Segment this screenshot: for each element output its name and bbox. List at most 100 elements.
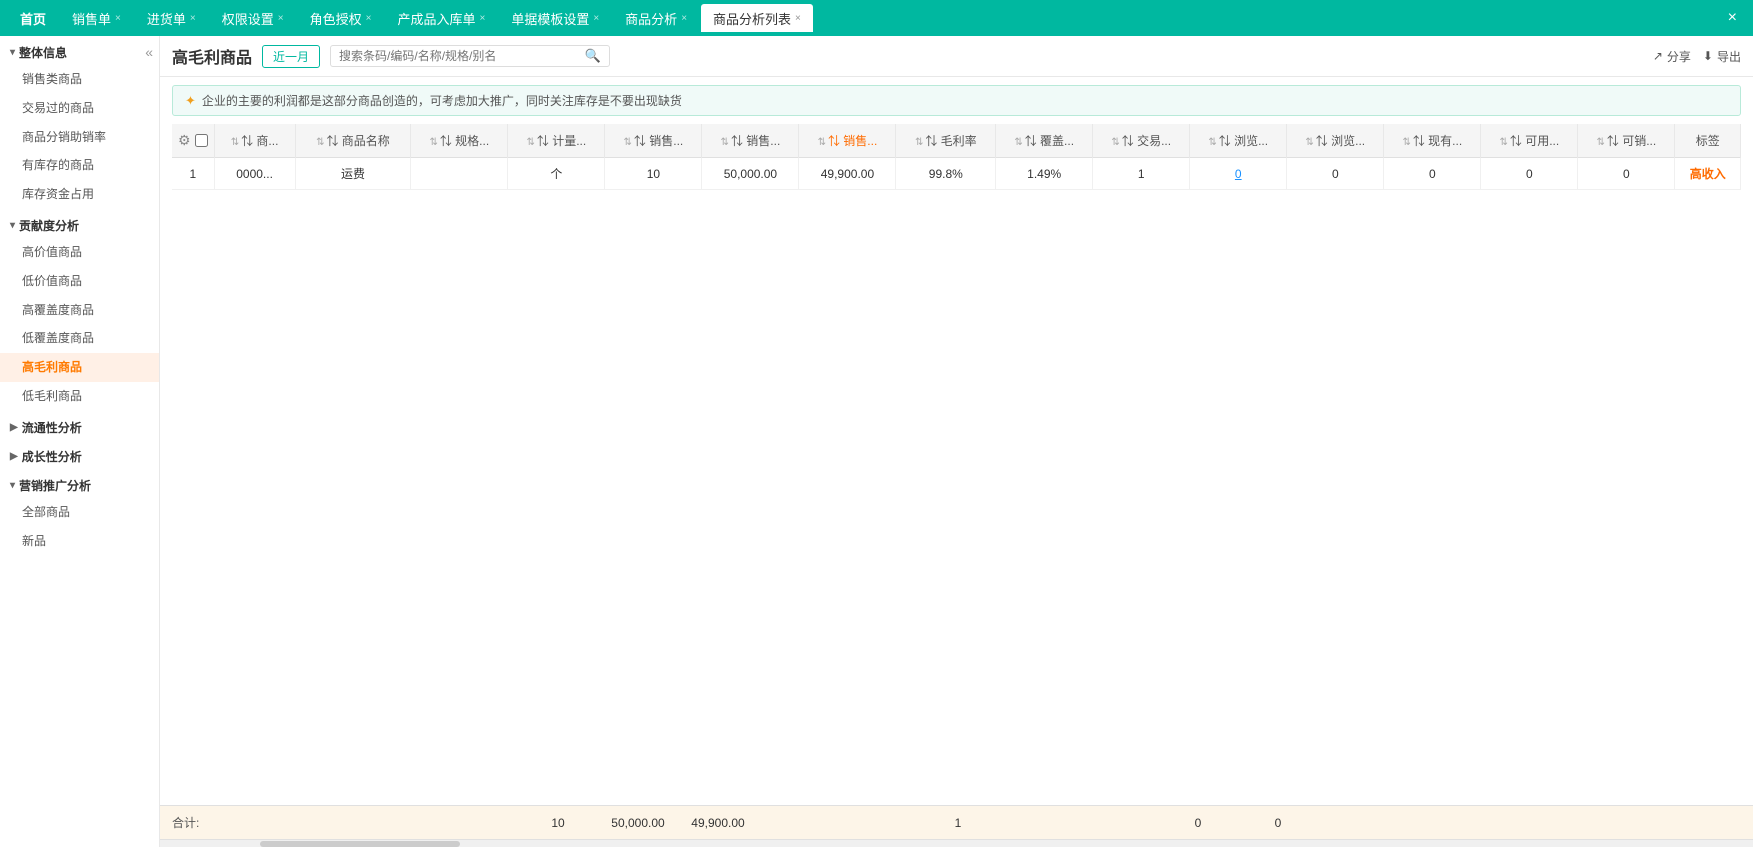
- sidebar-group-contribution-label: 贡献度分析: [19, 217, 79, 234]
- footer-cells: 10 50,000.00 49,900.00 1 0 0: [232, 816, 1318, 830]
- select-all-checkbox[interactable]: [195, 134, 208, 147]
- tab-goods-analysis-list-close[interactable]: ×: [795, 13, 801, 24]
- cell-code: 0000...: [214, 158, 295, 190]
- sidebar-group-overall[interactable]: ▾ 整体信息: [0, 36, 159, 65]
- sidebar-item-low-margin[interactable]: 低毛利商品: [0, 382, 159, 411]
- th-unit[interactable]: ⇅ 计量...: [508, 124, 605, 158]
- th-name[interactable]: ⇅ 商品名称: [295, 124, 411, 158]
- export-icon: ⬇: [1703, 49, 1713, 63]
- th-spec[interactable]: ⇅ 规格...: [411, 124, 508, 158]
- tab-goods-analysis-list[interactable]: 商品分析列表 ×: [701, 4, 813, 32]
- sidebar-item-in-stock[interactable]: 有库存的商品: [0, 151, 159, 180]
- tab-home[interactable]: 首页: [8, 4, 58, 32]
- sidebar-group-flow-label: 流通性分析: [22, 419, 82, 436]
- tab-product-in[interactable]: 产成品入库单 ×: [385, 4, 497, 32]
- cell-name: 运费: [295, 158, 411, 190]
- tab-goods-analysis-close[interactable]: ×: [681, 13, 687, 24]
- th-trade-count[interactable]: ⇅ 交易...: [1093, 124, 1190, 158]
- sidebar-item-high-value[interactable]: 高价值商品: [0, 238, 159, 267]
- cell-spec: [411, 158, 508, 190]
- cell-index: 1: [172, 158, 214, 190]
- sidebar-item-traded-goods[interactable]: 交易过的商品: [0, 94, 159, 123]
- th-coverage[interactable]: ⇅ 覆盖...: [996, 124, 1093, 158]
- tab-sales[interactable]: 销售单 ×: [60, 4, 133, 32]
- sidebar-group-flow[interactable]: ▶ 流通性分析: [0, 411, 159, 440]
- sidebar-item-low-value[interactable]: 低价值商品: [0, 267, 159, 296]
- export-button[interactable]: ⬇ 导出: [1703, 48, 1741, 65]
- sidebar-collapse-button[interactable]: «: [145, 44, 153, 60]
- tab-goods-analysis-list-label: 商品分析列表: [713, 9, 791, 28]
- tab-goods-analysis[interactable]: 商品分析 ×: [613, 4, 699, 32]
- footer-current-stock: 0: [1158, 816, 1238, 830]
- th-current-stock[interactable]: ⇅ 现有...: [1384, 124, 1481, 158]
- cell-trade-count: 1: [1093, 158, 1190, 190]
- sidebar-item-new-goods[interactable]: 新品: [0, 527, 159, 556]
- sidebar-group-growth[interactable]: ▶ 成长性分析: [0, 440, 159, 469]
- search-box: 🔍: [330, 45, 610, 67]
- cell-available-stock: 0: [1481, 158, 1578, 190]
- sidebar-group-overall-label: 整体信息: [19, 44, 67, 61]
- chevron-down-icon-2: ▾: [10, 220, 15, 231]
- table-header-row: ⚙ ⇅ 商... ⇅ 商品名称 ⇅ 规格... ⇅ 计量... ⇅ 销售... …: [172, 124, 1741, 158]
- main-layout: « ▾ 整体信息 销售类商品 交易过的商品 商品分销助销率 有库存的商品 库存资…: [0, 36, 1753, 847]
- search-input[interactable]: [339, 49, 581, 63]
- info-icon: ✦: [185, 93, 196, 109]
- sidebar-group-marketing[interactable]: ▾ 营销推广分析: [0, 469, 159, 498]
- cell-tag: 高收入: [1675, 158, 1741, 190]
- chevron-right-icon: ▶: [10, 422, 18, 433]
- th-view1[interactable]: ⇅ 浏览...: [1190, 124, 1287, 158]
- share-button[interactable]: ↗ 分享: [1653, 48, 1691, 65]
- chevron-right-icon-2: ▶: [10, 451, 18, 462]
- tab-permission-label: 权限设置: [222, 9, 274, 28]
- th-margin-rate[interactable]: ⇅ 毛利率: [896, 124, 996, 158]
- sidebar-item-high-coverage[interactable]: 高覆盖度商品: [0, 296, 159, 325]
- share-label: 分享: [1667, 48, 1691, 65]
- th-settings[interactable]: ⚙: [172, 124, 214, 158]
- tab-purchase-close[interactable]: ×: [190, 13, 196, 24]
- cell-view1[interactable]: 0: [1190, 158, 1287, 190]
- footer-sales-qty: 10: [518, 816, 598, 830]
- page-title: 高毛利商品: [172, 44, 252, 68]
- tab-role[interactable]: 角色授权 ×: [298, 4, 384, 32]
- close-all-button[interactable]: ×: [1720, 9, 1745, 27]
- th-sales-profit[interactable]: ⇅ 销售...: [799, 124, 896, 158]
- tab-purchase[interactable]: 进货单 ×: [135, 4, 208, 32]
- tab-sales-close[interactable]: ×: [115, 13, 121, 24]
- footer-label: 合计:: [172, 814, 232, 831]
- table-container: ⚙ ⇅ 商... ⇅ 商品名称 ⇅ 规格... ⇅ 计量... ⇅ 销售... …: [172, 124, 1741, 805]
- header-actions: ↗ 分享 ⬇ 导出: [1653, 48, 1741, 65]
- th-sales-amount[interactable]: ⇅ 销售...: [702, 124, 799, 158]
- tab-permission-close[interactable]: ×: [278, 13, 284, 24]
- tab-template[interactable]: 单据模板设置 ×: [499, 4, 611, 32]
- tab-product-in-close[interactable]: ×: [479, 13, 485, 24]
- sidebar-item-dist-rate[interactable]: 商品分销助销率: [0, 123, 159, 152]
- content-header: 高毛利商品 近一月 🔍 ↗ 分享 ⬇ 导出: [160, 36, 1753, 77]
- sidebar-item-sales-goods[interactable]: 销售类商品: [0, 65, 159, 94]
- th-available-stock[interactable]: ⇅ 可用...: [1481, 124, 1578, 158]
- th-sales-qty[interactable]: ⇅ 销售...: [605, 124, 702, 158]
- footer-sales-profit: 49,900.00: [678, 816, 758, 830]
- scrollbar-thumb[interactable]: [260, 841, 460, 847]
- th-sellable[interactable]: ⇅ 可销...: [1578, 124, 1675, 158]
- sidebar-group-contribution[interactable]: ▾ 贡献度分析: [0, 209, 159, 238]
- top-nav: 首页 销售单 × 进货单 × 权限设置 × 角色授权 × 产成品入库单 × 单据…: [0, 0, 1753, 36]
- sidebar-item-high-margin[interactable]: 高毛利商品: [0, 353, 159, 382]
- sidebar-item-stock-capital[interactable]: 库存资金占用: [0, 180, 159, 209]
- cell-sales-amount: 50,000.00: [702, 158, 799, 190]
- tab-goods-analysis-label: 商品分析: [625, 9, 677, 28]
- th-tag: 标签: [1675, 124, 1741, 158]
- sidebar-item-low-coverage[interactable]: 低覆盖度商品: [0, 324, 159, 353]
- cell-current-stock: 0: [1384, 158, 1481, 190]
- search-icon[interactable]: 🔍: [585, 48, 601, 64]
- tab-role-close[interactable]: ×: [366, 13, 372, 24]
- th-view2[interactable]: ⇅ 浏览...: [1287, 124, 1384, 158]
- table-row: 1 0000... 运费 个 10 50,000.00 49,900.00 99…: [172, 158, 1741, 190]
- footer-available-stock: 0: [1238, 816, 1318, 830]
- tab-template-close[interactable]: ×: [593, 13, 599, 24]
- gear-icon[interactable]: ⚙: [178, 132, 191, 149]
- tab-permission[interactable]: 权限设置 ×: [210, 4, 296, 32]
- sidebar-item-all-goods[interactable]: 全部商品: [0, 498, 159, 527]
- time-filter-button[interactable]: 近一月: [262, 45, 320, 68]
- th-code[interactable]: ⇅ 商...: [214, 124, 295, 158]
- horizontal-scrollbar[interactable]: [160, 839, 1753, 847]
